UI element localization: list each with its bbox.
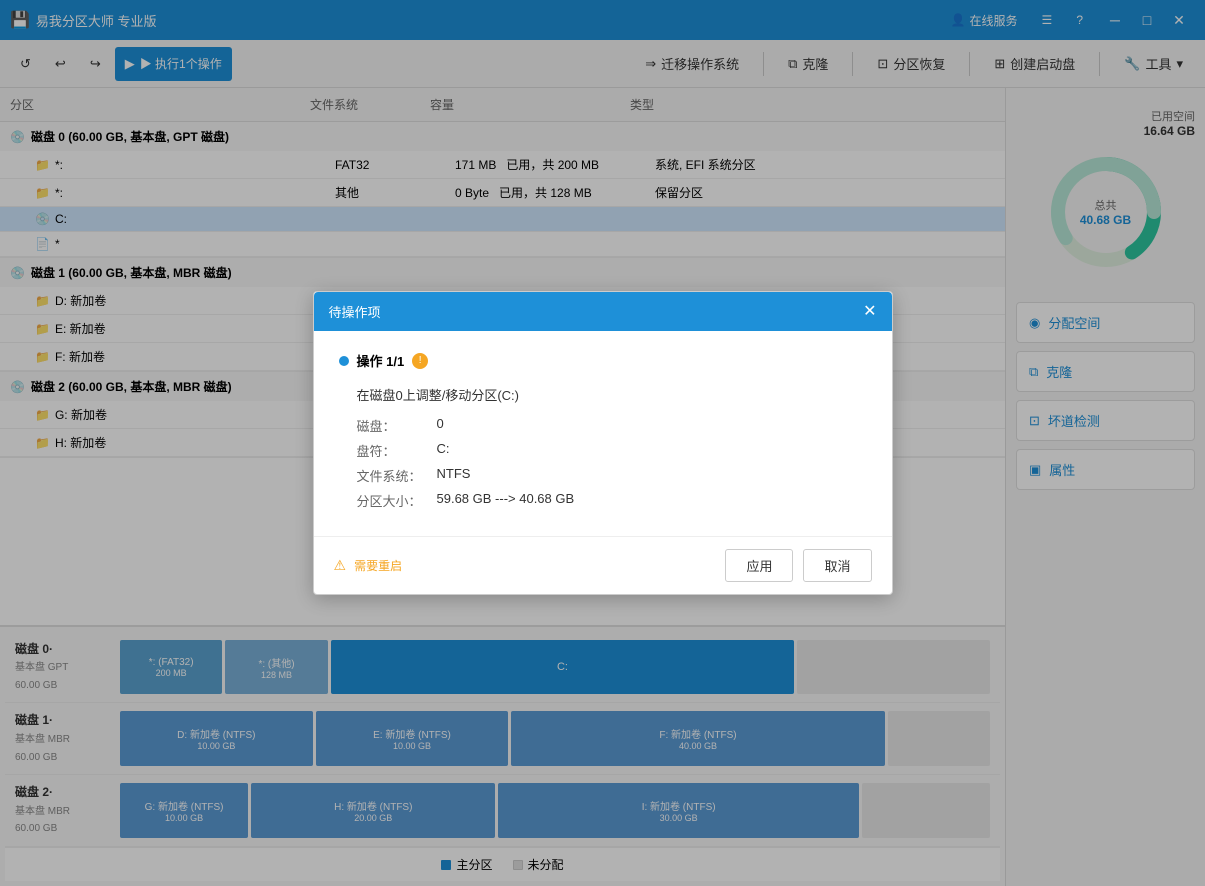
modal-body: 操作 1/1 ! 在磁盘0上调整/移动分区(C:) 磁盘： 0 盘符： C: 文… [314,331,892,536]
fs-val: NTFS [437,466,471,485]
modal-table: 磁盘： 0 盘符： C: 文件系统： NTFS 分区大小： 59.68 GB -… [357,416,867,510]
modal-warning: ⚠ 需要重启 [334,557,403,574]
modal-close-btn[interactable]: ✕ [863,304,876,320]
modal-footer: ⚠ 需要重启 应用 取消 [314,536,892,594]
operation-title: 操作 1/1 [357,351,405,370]
modal-header: 待操作项 ✕ [314,292,892,331]
size-key: 分区大小： [357,491,437,510]
disk-key: 磁盘： [357,416,437,435]
pending-operations-modal: 待操作项 ✕ 操作 1/1 ! 在磁盘0上调整/移动分区(C:) 磁盘： 0 盘… [313,291,893,595]
operation-badge: ! [412,353,428,369]
disk-val: 0 [437,416,444,435]
modal-row-size: 分区大小： 59.68 GB ---> 40.68 GB [357,491,867,510]
modal-operation-header: 操作 1/1 ! [339,351,867,370]
apply-btn[interactable]: 应用 [725,549,793,582]
fs-key: 文件系统： [357,466,437,485]
modal-row-fs: 文件系统： NTFS [357,466,867,485]
warning-icon: ⚠ [334,557,347,574]
modal-operation-desc: 在磁盘0上调整/移动分区(C:) [357,385,867,404]
size-val: 59.68 GB ---> 40.68 GB [437,491,575,510]
partition-key: 盘符： [357,441,437,460]
cancel-btn[interactable]: 取消 [803,549,871,582]
modal-footer-buttons: 应用 取消 [725,549,871,582]
operation-dot [339,356,349,366]
modal-title: 待操作项 [329,302,381,321]
warning-text: 需要重启 [354,557,402,574]
modal-overlay: 待操作项 ✕ 操作 1/1 ! 在磁盘0上调整/移动分区(C:) 磁盘： 0 盘… [0,0,1205,886]
partition-val: C: [437,441,450,460]
modal-row-partition: 盘符： C: [357,441,867,460]
modal-detail: 在磁盘0上调整/移动分区(C:) 磁盘： 0 盘符： C: 文件系统： NTFS [339,385,867,510]
modal-row-disk: 磁盘： 0 [357,416,867,435]
